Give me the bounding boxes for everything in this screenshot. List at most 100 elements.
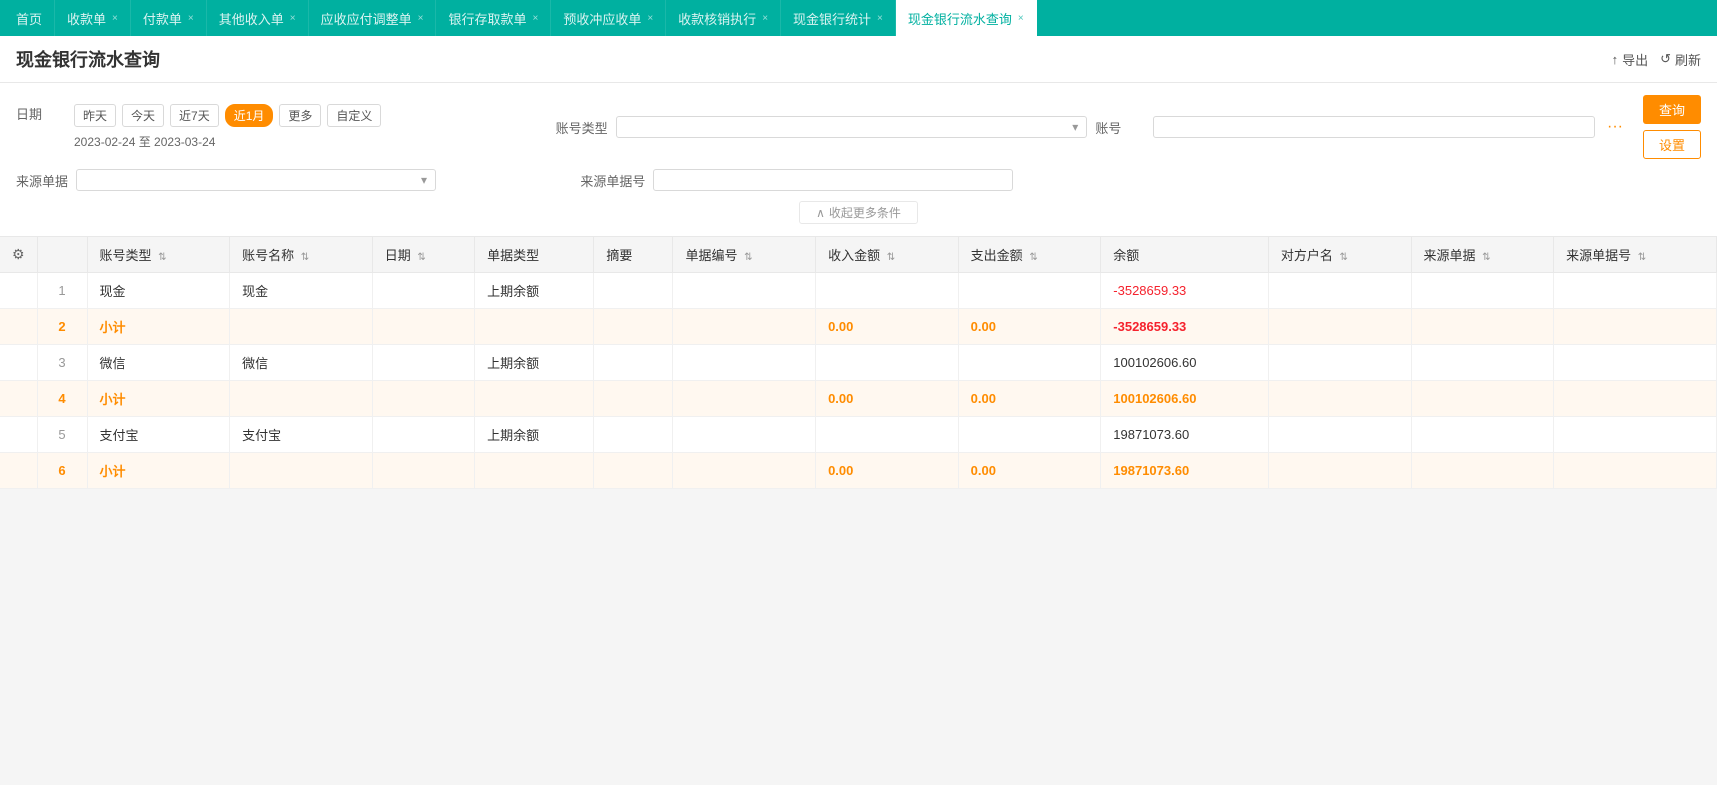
source-doc-no-input[interactable] [653,169,1013,191]
table-cell [1268,345,1411,381]
table-cell [0,417,37,453]
nav-tab-cash-stat[interactable]: 现金银行统计 × [781,0,896,36]
nav-tab-payment-label: 付款单 [143,9,182,28]
date-filter-label: 日期 [16,104,66,123]
source-doc-select[interactable]: ▾ [76,169,436,191]
table-header-settings[interactable]: ⚙ [0,237,37,273]
table-header-counterparty[interactable]: 对方户名 ⇅ [1268,237,1411,273]
table-cell [1268,453,1411,489]
sort-icon-counterparty: ⇅ [1340,252,1348,263]
nav-tab-prepay-close[interactable]: × [647,13,653,24]
source-doc-no-filter-label: 来源单据号 [580,171,645,190]
date-btn-yesterday[interactable]: 昨天 [74,104,116,127]
table-cell: 现金 [87,273,230,309]
table-cell [594,273,673,309]
settings-button[interactable]: 设置 [1643,130,1701,159]
table-row: 5支付宝支付宝上期余额19871073.60 [0,417,1717,453]
table-cell [1554,345,1717,381]
table-header-summary: 摘要 [594,237,673,273]
nav-tab-ar-ap-adjust[interactable]: 应收应付调整单 × [309,0,437,36]
table-cell: 0.00 [816,381,959,417]
nav-tab-other-income-close[interactable]: × [290,13,296,24]
filter-area: 日期 昨天 今天 近7天 近1月 更多 自定义 2023-02-24 至 202… [0,83,1717,237]
table-header-date[interactable]: 日期 ⇅ [372,237,474,273]
date-btn-today[interactable]: 今天 [122,104,164,127]
table-header-account-type[interactable]: 账号类型 ⇅ [87,237,230,273]
sort-icon-date: ⇅ [417,252,425,263]
nav-tab-ar-ap-adjust-close[interactable]: × [418,13,424,24]
nav-tab-bank-deposit-close[interactable]: × [532,13,538,24]
table-row: 2小计0.000.00-3528659.33 [0,309,1717,345]
page-title: 现金银行流水查询 [16,46,160,72]
table-header-expense[interactable]: 支出金额 ⇅ [958,237,1101,273]
nav-tab-bank-deposit-label: 银行存取款单 [448,9,526,28]
table-cell [594,453,673,489]
table-cell: 19871073.60 [1101,453,1269,489]
sort-icon-income: ⇅ [887,252,895,263]
nav-tab-receipt-close[interactable]: × [112,13,118,24]
nav-tab-cash-flow-close[interactable]: × [1018,13,1024,24]
search-button[interactable]: 查询 [1643,95,1701,124]
table-cell [0,345,37,381]
table-header-doc-no[interactable]: 单据编号 ⇅ [673,237,816,273]
table-cell [673,273,816,309]
nav-tab-cash-flow[interactable]: 现金银行流水查询 × [896,0,1037,36]
table-cell: 上期余额 [475,345,594,381]
table-cell: 上期余额 [475,273,594,309]
export-button[interactable]: ↑ 导出 [1612,50,1649,69]
table-cell [1554,453,1717,489]
table-cell: 上期余额 [475,417,594,453]
action-buttons: 查询 设置 [1643,95,1701,159]
table-header-income[interactable]: 收入金额 ⇅ [816,237,959,273]
table-cell: 3 [37,345,87,381]
table-row: 1现金现金上期余额-3528659.33 [0,273,1717,309]
date-btn-7days[interactable]: 近7天 [170,104,219,127]
table-cell [958,345,1101,381]
account-filter-label: 账号 [1095,118,1145,137]
nav-tab-payment[interactable]: 付款单 × [131,0,207,36]
table-header-account-name[interactable]: 账号名称 ⇅ [230,237,373,273]
account-more-button[interactable]: ··· [1603,118,1627,136]
table-cell [816,345,959,381]
nav-tab-receipt-label: 收款单 [67,9,106,28]
collapse-button[interactable]: ∧ 收起更多条件 [799,201,918,224]
nav-tab-cash-stat-close[interactable]: × [877,13,883,24]
nav-tab-bank-deposit[interactable]: 银行存取款单 × [436,0,551,36]
table-cell [1411,345,1554,381]
collapse-bar: ∧ 收起更多条件 [16,201,1701,224]
table-header-source-doc[interactable]: 来源单据 ⇅ [1411,237,1554,273]
nav-tab-payment-close[interactable]: × [188,13,194,24]
nav-tab-receipt[interactable]: 收款单 × [55,0,131,36]
table-cell [372,381,474,417]
account-type-select[interactable]: ▾ [616,116,1088,138]
table-cell [372,309,474,345]
table-cell [475,309,594,345]
nav-tab-verify[interactable]: 收款核销执行 × [666,0,781,36]
nav-tab-verify-close[interactable]: × [762,13,768,24]
export-label: 导出 [1622,50,1648,69]
nav-tab-home[interactable]: 首页 [4,0,55,36]
header-actions: ↑ 导出 ↺ 刷新 [1612,50,1701,69]
date-btn-more[interactable]: 更多 [279,104,321,127]
gear-icon[interactable]: ⚙ [12,246,25,262]
source-doc-filter-label: 来源单据 [16,171,68,190]
table-cell: 小计 [87,381,230,417]
refresh-button[interactable]: ↺ 刷新 [1660,50,1701,69]
table-cell [0,309,37,345]
table-header-source-doc-no[interactable]: 来源单据号 ⇅ [1554,237,1717,273]
table-cell: 微信 [87,345,230,381]
table-cell [1554,309,1717,345]
account-input[interactable] [1153,116,1595,138]
table-cell [1411,417,1554,453]
table-cell: 0.00 [958,453,1101,489]
table-cell [230,309,373,345]
sort-icon-account-name: ⇅ [301,252,309,263]
nav-tab-prepay[interactable]: 预收冲应收单 × [551,0,666,36]
date-btn-1month[interactable]: 近1月 [225,104,274,127]
table-cell [673,417,816,453]
collapse-label: 收起更多条件 [829,204,901,221]
table-cell [372,345,474,381]
nav-tab-other-income[interactable]: 其他收入单 × [207,0,309,36]
table-cell [958,273,1101,309]
date-btn-custom[interactable]: 自定义 [327,104,381,127]
